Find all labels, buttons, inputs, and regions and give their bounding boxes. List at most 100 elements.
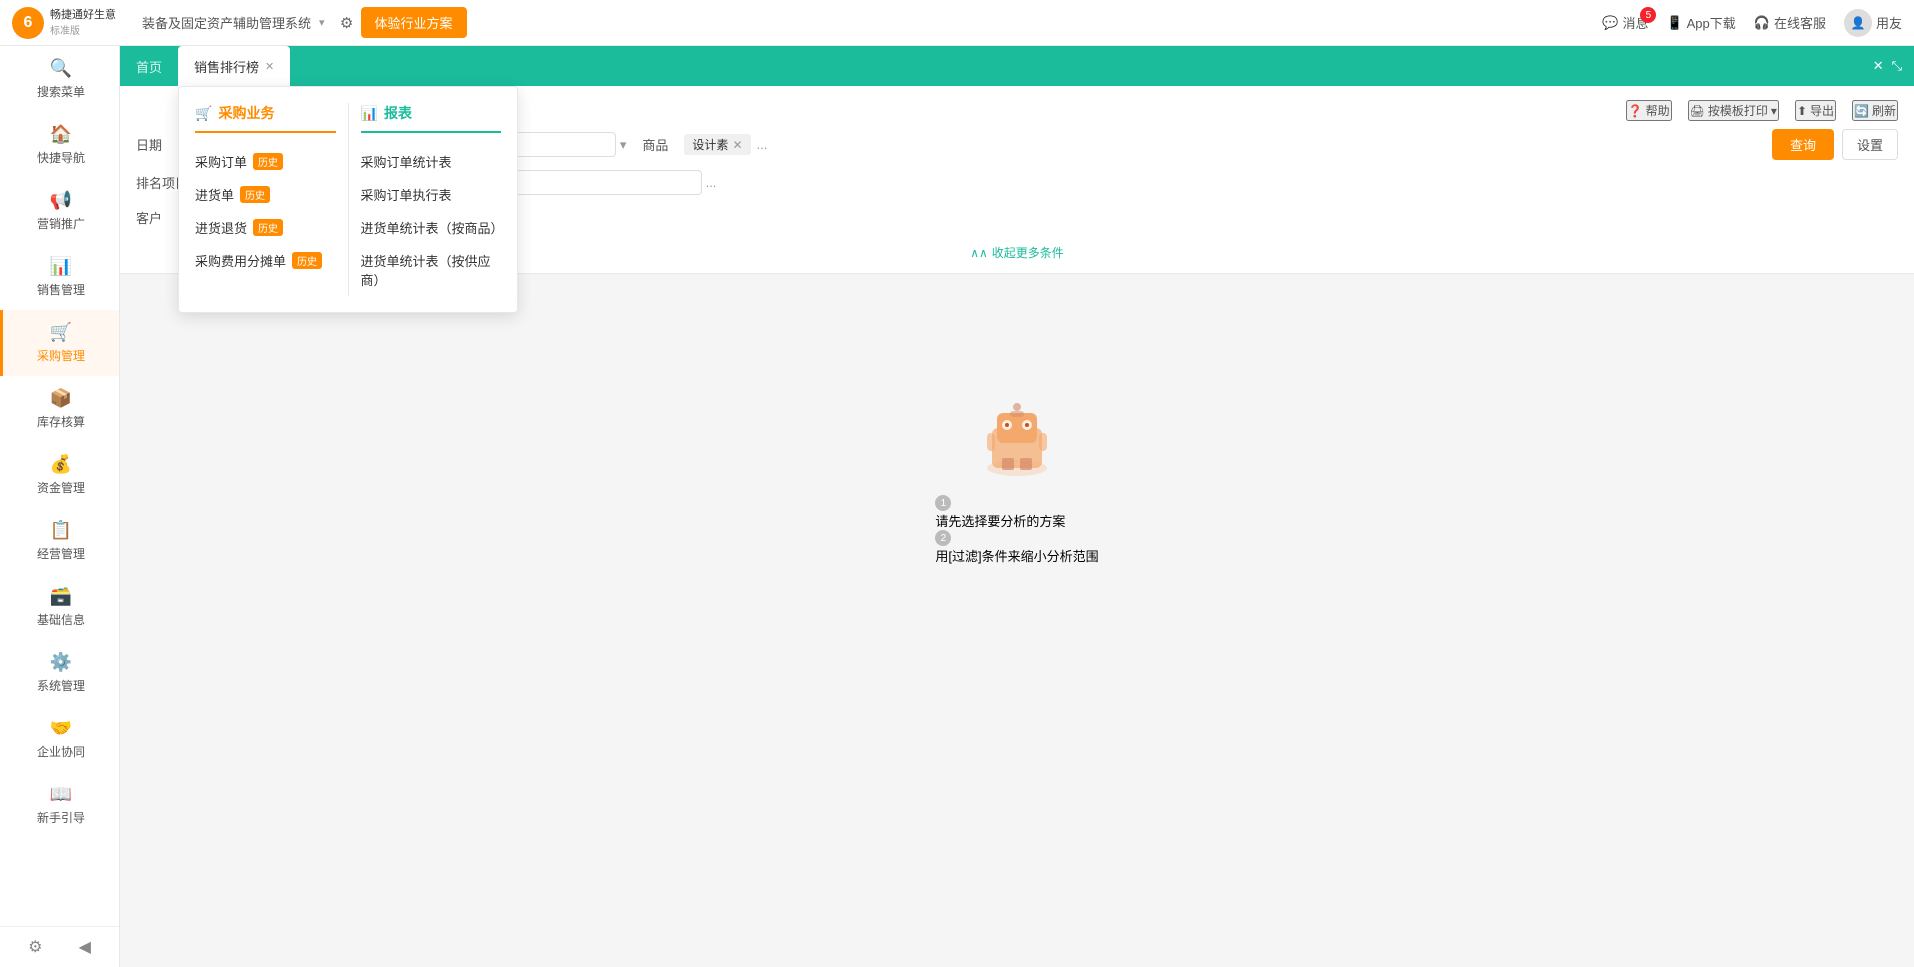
empty-svg — [967, 383, 1067, 483]
date-label: 日期 — [136, 135, 162, 154]
tab-close-all-icon[interactable]: ✕ — [1873, 58, 1884, 74]
print-chevron-icon: ▾ — [1771, 104, 1777, 118]
dropdown-report-title: 📊 报表 — [361, 103, 502, 133]
empty-step-1: 1 请先选择要分析的方案 — [935, 495, 1098, 530]
logo-area: 6 畅捷通好生意 标准版 — [12, 7, 132, 39]
sidebar-label-quicknav: 快捷导航 — [37, 149, 85, 166]
toolbar-right: 查询 设置 — [1772, 129, 1898, 160]
online-service-button[interactable]: 🎧 在线客服 — [1754, 13, 1826, 32]
stock-icon: 📦 — [50, 388, 72, 409]
dropdown-item-inbound-goods[interactable]: 进货单统计表（按商品） — [361, 211, 502, 244]
sidebar-item-stock[interactable]: 📦 库存核算 — [0, 376, 119, 442]
headset-icon: 🎧 — [1754, 15, 1770, 31]
tab-close-icon[interactable]: ✕ — [265, 60, 274, 73]
collab-icon: 🤝 — [50, 718, 72, 739]
experience-button[interactable]: 体验行业方案 — [361, 7, 467, 38]
sidebar-item-search[interactable]: 🔍 搜索菜单 — [0, 46, 119, 112]
export-button[interactable]: ⬆ 导出 — [1795, 100, 1836, 121]
empty-text: 1 请先选择要分析的方案 2 用[过滤]条件来缩小分析范围 — [935, 495, 1098, 565]
sidebar-item-collab[interactable]: 🤝 企业协同 — [0, 706, 119, 772]
voucher-status-dots[interactable]: ▾ — [620, 137, 627, 153]
sidebar-item-purchase[interactable]: 🛒 采购管理 — [0, 310, 119, 376]
sidebar-label-stock: 库存核算 — [37, 413, 85, 430]
dropdown-item-purchase-stat[interactable]: 采购订单统计表 — [361, 145, 502, 178]
goods-label: 商品 — [642, 135, 668, 154]
purchase-section-icon: 🛒 — [195, 105, 212, 122]
sidebar-item-marketing[interactable]: 📢 营销推广 — [0, 178, 119, 244]
app-download-button[interactable]: 📱 App下载 — [1666, 13, 1735, 32]
top-bar: 6 畅捷通好生意 标准版 装备及固定资产辅助管理系统 ▾ ⚙ 体验行业方案 💬 … — [0, 0, 1914, 46]
tab-sales-rank[interactable]: 销售排行榜 ✕ 🛒 采购业务 采购订单 历史 — [178, 46, 290, 86]
sidebar-label-operation: 经营管理 — [37, 545, 85, 562]
user-menu[interactable]: 👤 用友 — [1844, 9, 1902, 37]
sidebar-label-system: 系统管理 — [37, 677, 85, 694]
settings-icon[interactable]: ⚙ — [333, 9, 361, 37]
dropdown-item-inbound-supplier[interactable]: 进货单统计表（按供应商） — [361, 244, 502, 296]
sidebar-item-sales[interactable]: 📊 销售管理 — [0, 244, 119, 310]
sidebar-item-basic[interactable]: 🗃️ 基础信息 — [0, 574, 119, 640]
tab-controls: ✕ ⤡ — [1861, 58, 1914, 74]
goods-tag-close[interactable]: ✕ — [732, 138, 742, 152]
help-button[interactable]: ❓ 帮助 — [1626, 100, 1672, 121]
salesperson-input[interactable] — [508, 170, 702, 195]
dropdown-item-purchase-exec[interactable]: 采购订单执行表 — [361, 178, 502, 211]
refresh-icon: 🔄 — [1854, 104, 1869, 118]
sidebar-collapse-icon[interactable]: ◀ — [79, 937, 91, 957]
goods-tag: 设计素 ✕ — [684, 134, 750, 155]
sidebar-bottom: ⚙ ◀ — [0, 926, 119, 967]
purchase-icon: 🛒 — [50, 322, 72, 343]
sidebar-label-guide: 新手引导 — [37, 809, 85, 826]
content-area: 首页 销售排行榜 ✕ 🛒 采购业务 采购 — [120, 46, 1914, 967]
dropdown-divider — [348, 103, 349, 296]
message-icon: 💬 — [1602, 15, 1618, 31]
sidebar-item-operation[interactable]: 📋 经营管理 — [0, 508, 119, 574]
tab-expand-icon[interactable]: ⤡ — [1892, 58, 1902, 74]
history-badge-3: 历史 — [253, 219, 283, 236]
finance-icon: 💰 — [50, 454, 72, 475]
phone-icon: 📱 — [1666, 15, 1682, 31]
sidebar-label-collab: 企业协同 — [37, 743, 85, 760]
basic-icon: 🗃️ — [50, 586, 72, 607]
dropdown-item-purchase-order[interactable]: 采购订单 历史 — [195, 145, 336, 178]
avatar-icon: 👤 — [1851, 16, 1866, 30]
marketing-icon: 📢 — [50, 190, 72, 211]
sidebar-item-guide[interactable]: 📖 新手引导 — [0, 772, 119, 838]
guide-icon: 📖 — [50, 784, 72, 805]
sidebar-label-search: 搜索菜单 — [37, 83, 85, 100]
setting-button[interactable]: 设置 — [1842, 129, 1898, 160]
dropdown-purchase-title: 🛒 采购业务 — [195, 103, 336, 133]
logo-text: 畅捷通好生意 标准版 — [50, 8, 116, 37]
message-button[interactable]: 💬 消息 5 — [1602, 13, 1648, 32]
sidebar-label-basic: 基础信息 — [37, 611, 85, 628]
goods-dots[interactable]: ... — [757, 137, 768, 152]
dropdown-item-inbound[interactable]: 进货单 历史 — [195, 178, 336, 211]
collapse-up-icon: ∧∧ — [970, 246, 988, 260]
home-icon: 🏠 — [50, 124, 72, 145]
dropdown-purchase-col: 🛒 采购业务 采购订单 历史 进货单 历史 — [195, 103, 336, 296]
sidebar-settings-icon[interactable]: ⚙ — [28, 937, 42, 957]
dropdown-item-return[interactable]: 进货退货 历史 — [195, 211, 336, 244]
search-icon: 🔍 — [50, 58, 72, 79]
export-icon: ⬆ — [1797, 104, 1807, 118]
print-icon: 🖨 — [1690, 104, 1705, 118]
dropdown-item-cost[interactable]: 采购费用分摊单 历史 — [195, 244, 336, 277]
sidebar-item-system[interactable]: ⚙️ 系统管理 — [0, 640, 119, 706]
system-icon: ⚙️ — [50, 652, 72, 673]
main-layout: 🔍 搜索菜单 🏠 快捷导航 📢 营销推广 📊 销售管理 🛒 采购管理 📦 库存核… — [0, 46, 1914, 967]
sidebar: 🔍 搜索菜单 🏠 快捷导航 📢 营销推广 📊 销售管理 🛒 采购管理 📦 库存核… — [0, 46, 120, 967]
history-badge-4: 历史 — [292, 252, 322, 269]
sidebar-item-quicknav[interactable]: 🏠 快捷导航 — [0, 112, 119, 178]
chevron-down-icon[interactable]: ▾ — [319, 16, 325, 29]
sidebar-label-sales: 销售管理 — [37, 281, 85, 298]
history-badge-2: 历史 — [240, 186, 270, 203]
refresh-button[interactable]: 🔄 刷新 — [1852, 100, 1898, 121]
collapse-button[interactable]: ∧∧ 收起更多条件 — [970, 240, 1064, 265]
help-icon: ❓ — [1628, 104, 1643, 118]
message-badge: 5 — [1640, 7, 1656, 23]
sidebar-item-finance[interactable]: 💰 资金管理 — [0, 442, 119, 508]
tab-home[interactable]: 首页 — [120, 46, 178, 86]
dropdown-menu: 🛒 采购业务 采购订单 历史 进货单 历史 — [178, 86, 518, 313]
query-button[interactable]: 查询 — [1772, 129, 1834, 160]
salesperson-dots[interactable]: ... — [706, 175, 717, 190]
print-button[interactable]: 🖨 按模板打印 ▾ — [1688, 100, 1779, 121]
